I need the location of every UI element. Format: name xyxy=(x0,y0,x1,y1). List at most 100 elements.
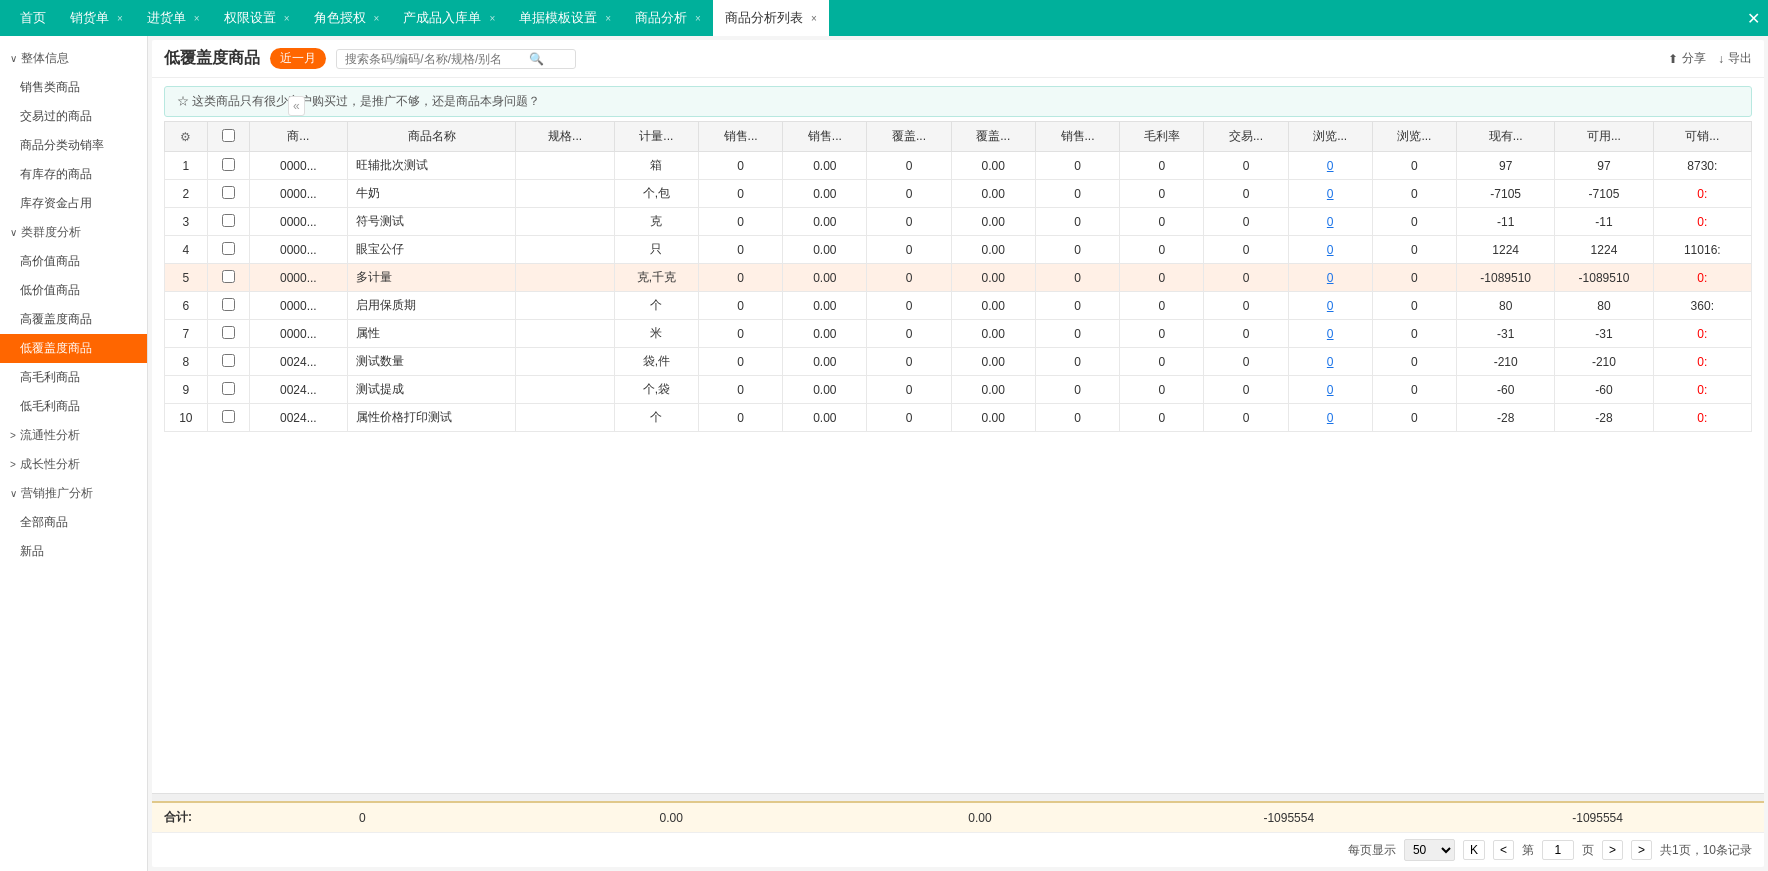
tab-close-商品分析[interactable]: × xyxy=(695,13,701,24)
sidebar-item-0-4[interactable]: 库存资金占用 xyxy=(0,189,147,218)
sidebar-item-1-3[interactable]: 低覆盖度商品 xyxy=(0,334,147,363)
row-checkbox[interactable] xyxy=(222,186,235,199)
browse-link[interactable]: 0 xyxy=(1327,327,1334,341)
cell-browse1[interactable]: 0 xyxy=(1288,320,1372,348)
row-checkbox[interactable] xyxy=(222,298,235,311)
time-filter-btn[interactable]: 近一月 xyxy=(270,48,326,69)
col-header-trans[interactable]: 交易... xyxy=(1204,122,1288,152)
sidebar-item-0-0[interactable]: 销售类商品 xyxy=(0,73,147,102)
row-checkbox[interactable] xyxy=(222,270,235,283)
col-header-gear[interactable]: ⚙ xyxy=(165,122,208,152)
col-header-browse2[interactable]: 浏览... xyxy=(1372,122,1456,152)
col-header-saleable[interactable]: 可销... xyxy=(1653,122,1751,152)
cell-browse1[interactable]: 0 xyxy=(1288,152,1372,180)
cell-browse1[interactable]: 0 xyxy=(1288,236,1372,264)
row-checkbox[interactable] xyxy=(222,158,235,171)
col-header-sales1[interactable]: 销售... xyxy=(698,122,782,152)
nav-tab-进货单[interactable]: 进货单× xyxy=(135,0,212,36)
browse-link[interactable]: 0 xyxy=(1327,187,1334,201)
cell-browse1[interactable]: 0 xyxy=(1288,264,1372,292)
nav-tab-商品分析[interactable]: 商品分析× xyxy=(623,0,713,36)
table-wrapper[interactable]: ⚙商...商品名称规格...计量...销售...销售...覆盖...覆盖...销… xyxy=(152,121,1764,793)
sidebar-section-2[interactable]: >流通性分析 xyxy=(0,421,147,450)
tab-close-权限设置[interactable]: × xyxy=(284,13,290,24)
share-btn[interactable]: ⬆ 分享 xyxy=(1668,50,1706,67)
sidebar-item-0-1[interactable]: 交易过的商品 xyxy=(0,102,147,131)
page-input[interactable] xyxy=(1542,840,1574,860)
window-close-btn[interactable]: ✕ xyxy=(1747,9,1760,28)
nav-tab-首页[interactable]: 首页 xyxy=(8,0,58,36)
browse-link[interactable]: 0 xyxy=(1327,159,1334,173)
sidebar-item-1-5[interactable]: 低毛利商品 xyxy=(0,392,147,421)
row-checkbox[interactable] xyxy=(222,214,235,227)
row-checkbox[interactable] xyxy=(222,410,235,423)
col-header-checkbox[interactable] xyxy=(207,122,249,152)
nav-tab-产成品入库单[interactable]: 产成品入库单× xyxy=(391,0,507,36)
tab-close-角色授权[interactable]: × xyxy=(374,13,380,24)
col-header-sales2[interactable]: 销售... xyxy=(783,122,867,152)
row-checkbox[interactable] xyxy=(222,326,235,339)
first-page-btn[interactable]: K xyxy=(1463,840,1485,860)
row-checkbox[interactable] xyxy=(222,354,235,367)
col-header-cover2[interactable]: 覆盖... xyxy=(951,122,1035,152)
nav-tab-商品分析列表[interactable]: 商品分析列表× xyxy=(713,0,829,36)
sidebar-item-0-3[interactable]: 有库存的商品 xyxy=(0,160,147,189)
settings-icon[interactable]: ⚙ xyxy=(180,130,191,144)
browse-link[interactable]: 0 xyxy=(1327,271,1334,285)
col-header-unit[interactable]: 计量... xyxy=(614,122,698,152)
nav-tab-角色授权[interactable]: 角色授权× xyxy=(302,0,392,36)
sidebar-item-1-0[interactable]: 高价值商品 xyxy=(0,247,147,276)
sidebar-section-3[interactable]: >成长性分析 xyxy=(0,450,147,479)
prev-page-btn[interactable]: < xyxy=(1493,840,1514,860)
cell-checkbox[interactable] xyxy=(207,236,249,264)
col-header-available[interactable]: 可用... xyxy=(1555,122,1653,152)
scrollbar-area[interactable] xyxy=(152,793,1764,801)
sidebar-item-0-2[interactable]: 商品分类动销率 xyxy=(0,131,147,160)
export-btn[interactable]: ↓ 导出 xyxy=(1718,50,1752,67)
browse-link[interactable]: 0 xyxy=(1327,411,1334,425)
cell-checkbox[interactable] xyxy=(207,292,249,320)
col-header-code[interactable]: 商... xyxy=(249,122,347,152)
nav-tab-单据模板设置[interactable]: 单据模板设置× xyxy=(507,0,623,36)
browse-link[interactable]: 0 xyxy=(1327,299,1334,313)
cell-checkbox[interactable] xyxy=(207,320,249,348)
next-page-btn[interactable]: > xyxy=(1602,840,1623,860)
cell-checkbox[interactable] xyxy=(207,376,249,404)
tab-close-商品分析列表[interactable]: × xyxy=(811,13,817,24)
sidebar-collapse-btn[interactable]: « xyxy=(288,96,305,116)
last-page-btn[interactable]: > xyxy=(1631,840,1652,860)
search-icon[interactable]: 🔍 xyxy=(529,52,544,66)
tab-close-产成品入库单[interactable]: × xyxy=(489,13,495,24)
tab-close-单据模板设置[interactable]: × xyxy=(605,13,611,24)
cell-checkbox[interactable] xyxy=(207,208,249,236)
tab-close-进货单[interactable]: × xyxy=(194,13,200,24)
cell-checkbox[interactable] xyxy=(207,348,249,376)
col-header-sales3[interactable]: 销售... xyxy=(1035,122,1119,152)
sidebar-item-1-2[interactable]: 高覆盖度商品 xyxy=(0,305,147,334)
cell-browse1[interactable]: 0 xyxy=(1288,180,1372,208)
col-header-browse1[interactable]: 浏览... xyxy=(1288,122,1372,152)
nav-tab-销货单[interactable]: 销货单× xyxy=(58,0,135,36)
sidebar-item-1-1[interactable]: 低价值商品 xyxy=(0,276,147,305)
cell-browse1[interactable]: 0 xyxy=(1288,376,1372,404)
cell-checkbox[interactable] xyxy=(207,152,249,180)
col-header-current[interactable]: 现有... xyxy=(1457,122,1555,152)
page-size-select[interactable]: 50 100 xyxy=(1404,839,1455,861)
browse-link[interactable]: 0 xyxy=(1327,355,1334,369)
row-checkbox[interactable] xyxy=(222,242,235,255)
sidebar-section-0[interactable]: ∨整体信息 xyxy=(0,44,147,73)
row-checkbox[interactable] xyxy=(222,382,235,395)
cell-browse1[interactable]: 0 xyxy=(1288,292,1372,320)
sidebar-item-4-0[interactable]: 全部商品 xyxy=(0,508,147,537)
cell-browse1[interactable]: 0 xyxy=(1288,348,1372,376)
select-all-checkbox[interactable] xyxy=(222,129,235,142)
cell-checkbox[interactable] xyxy=(207,180,249,208)
cell-browse1[interactable]: 0 xyxy=(1288,404,1372,432)
cell-checkbox[interactable] xyxy=(207,404,249,432)
cell-browse1[interactable]: 0 xyxy=(1288,208,1372,236)
nav-tab-权限设置[interactable]: 权限设置× xyxy=(212,0,302,36)
col-header-cover1[interactable]: 覆盖... xyxy=(867,122,951,152)
search-input[interactable] xyxy=(345,52,525,66)
browse-link[interactable]: 0 xyxy=(1327,243,1334,257)
sidebar-section-4[interactable]: ∨营销推广分析 xyxy=(0,479,147,508)
